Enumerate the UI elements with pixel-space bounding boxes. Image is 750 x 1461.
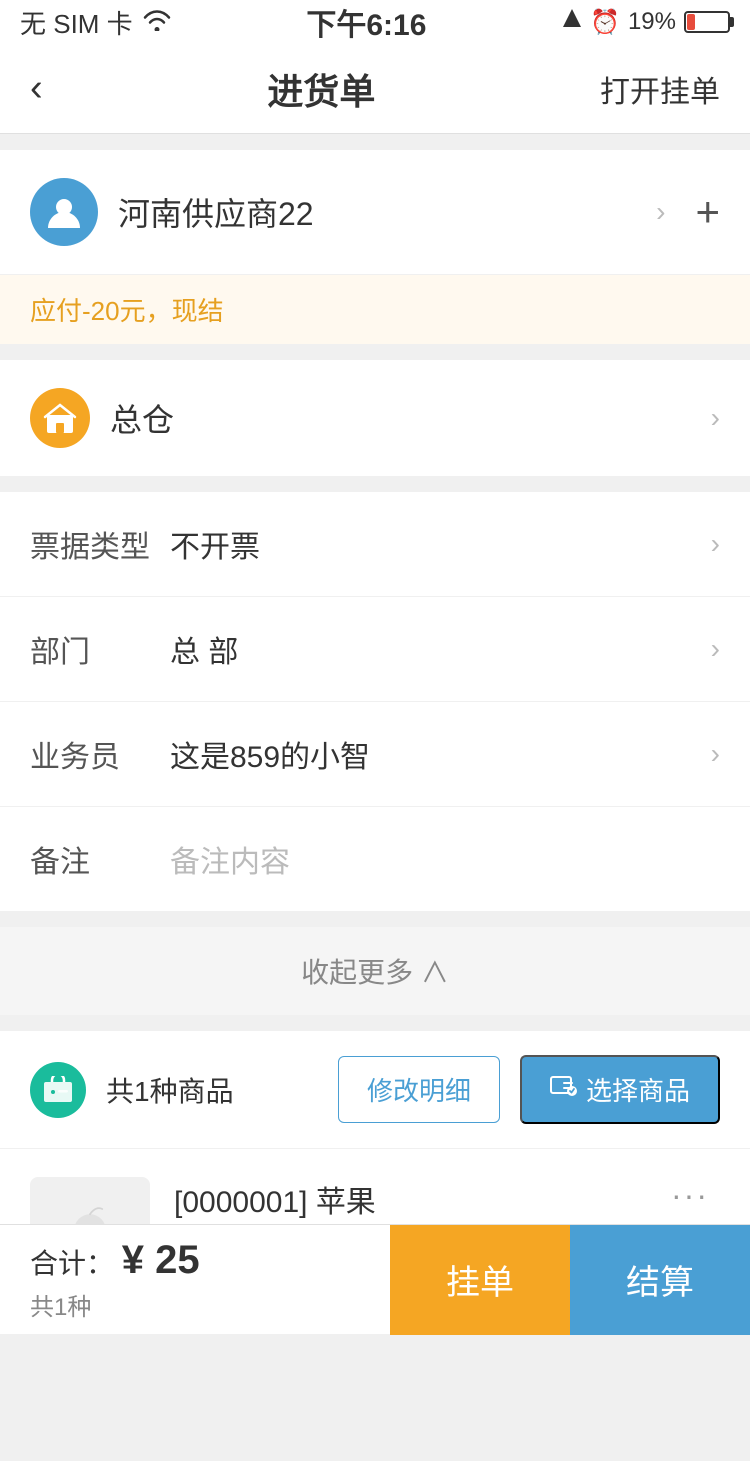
warehouse-name: 总仓	[110, 395, 711, 441]
add-button[interactable]: +	[695, 188, 720, 236]
supplier-notice: 应付-20元，现结	[0, 275, 750, 344]
department-label: 部门	[30, 627, 170, 671]
total-amount: ¥ 25	[122, 1238, 200, 1282]
staff-row[interactable]: 业务员 这是859的小智 ›	[0, 702, 750, 807]
product-icon	[30, 1062, 86, 1118]
battery-icon	[684, 11, 730, 33]
product-count-label: 共1种商品	[106, 1070, 338, 1110]
nav-bar: ‹ 进货单 打开挂单	[0, 44, 750, 134]
collapse-button[interactable]: 收起更多 ∧	[0, 927, 750, 1015]
status-time: 下午6:16	[306, 0, 426, 44]
department-chevron: ›	[711, 633, 720, 665]
product-name: [0000001] 苹果	[174, 1177, 636, 1221]
invoice-type-chevron: ›	[711, 528, 720, 560]
warehouse-section: 总仓 ›	[0, 360, 750, 476]
remark-input[interactable]: 备注内容	[170, 837, 720, 881]
select-product-button[interactable]: 选择商品	[520, 1055, 720, 1124]
total-row: 合计： ¥ 25	[30, 1238, 360, 1283]
status-right: ⏰ 19%	[562, 8, 730, 37]
select-product-label: 选择商品	[586, 1071, 690, 1108]
status-left: 无 SIM 卡	[20, 4, 171, 41]
total-label: 合计：	[30, 1248, 114, 1279]
location-icon	[562, 8, 582, 37]
product-header: 共1种商品 修改明细 选择商品	[0, 1031, 750, 1149]
product-code: [0000001]	[174, 1186, 307, 1219]
supplier-chevron: ›	[656, 196, 665, 228]
form-section: 票据类型 不开票 › 部门 总 部 › 业务员 这是859的小智 › 备注 备注…	[0, 492, 750, 911]
battery-percent: 19%	[628, 8, 676, 36]
checkout-button[interactable]: 结算	[570, 1225, 750, 1335]
supplier-row[interactable]: 河南供应商22 › +	[0, 150, 750, 275]
supplier-section: 河南供应商22 › + 应付-20元，现结	[0, 150, 750, 344]
page-title: 进货单	[267, 63, 375, 115]
product-title: 苹果	[316, 1186, 376, 1219]
department-value: 总 部	[170, 627, 711, 671]
supplier-name: 河南供应商22	[118, 189, 656, 235]
product-more-button[interactable]: ···	[660, 1177, 720, 1214]
department-row[interactable]: 部门 总 部 ›	[0, 597, 750, 702]
status-bar: 无 SIM 卡 下午6:16 ⏰ 19%	[0, 0, 750, 44]
invoice-type-row[interactable]: 票据类型 不开票 ›	[0, 492, 750, 597]
warehouse-row[interactable]: 总仓 ›	[0, 360, 750, 476]
open-pending-button[interactable]: 打开挂单	[600, 67, 720, 111]
wifi-icon	[143, 7, 171, 38]
staff-value: 这是859的小智	[170, 732, 711, 776]
bottom-bar: 合计： ¥ 25 共1种 挂单 结算	[0, 1224, 750, 1334]
invoice-type-value: 不开票	[170, 522, 711, 566]
back-button[interactable]: ‹	[30, 67, 43, 110]
warehouse-icon	[30, 388, 90, 448]
alarm-icon: ⏰	[590, 8, 620, 37]
staff-label: 业务员	[30, 732, 170, 776]
select-product-icon	[550, 1074, 578, 1105]
hang-button[interactable]: 挂单	[390, 1225, 570, 1335]
carrier-label: 无 SIM 卡	[20, 4, 133, 41]
staff-chevron: ›	[711, 738, 720, 770]
total-section: 合计： ¥ 25 共1种	[0, 1238, 390, 1322]
remark-label: 备注	[30, 837, 170, 881]
invoice-type-label: 票据类型	[30, 522, 170, 566]
total-count: 共1种	[30, 1287, 360, 1322]
edit-detail-button[interactable]: 修改明细	[338, 1056, 500, 1123]
supplier-avatar	[30, 178, 98, 246]
remark-row[interactable]: 备注 备注内容	[0, 807, 750, 911]
warehouse-chevron: ›	[711, 402, 720, 434]
